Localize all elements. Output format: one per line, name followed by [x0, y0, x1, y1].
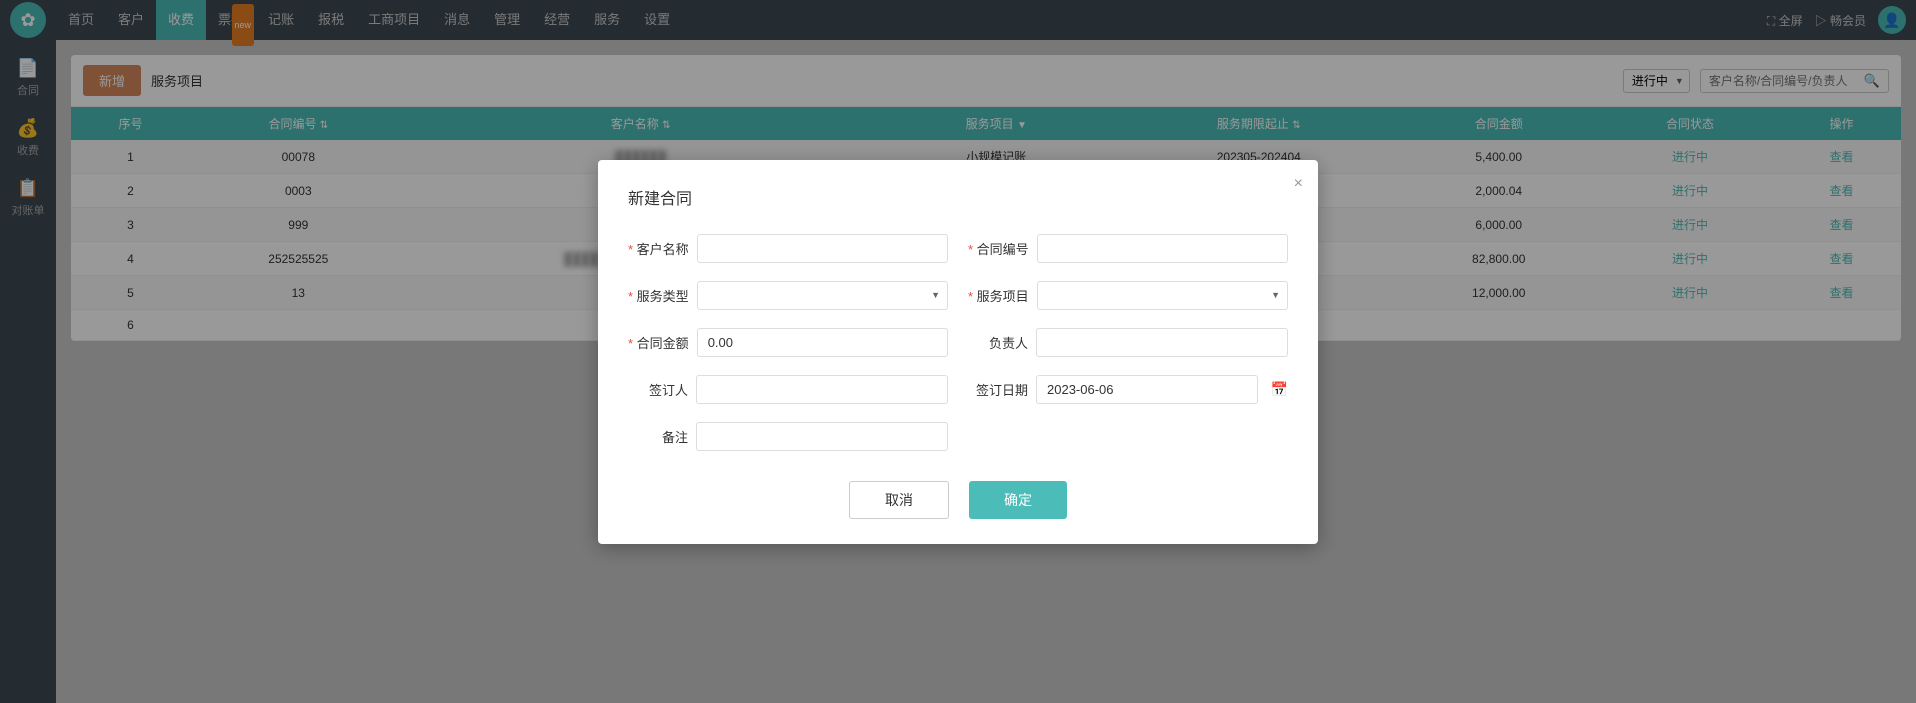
service-item-label: 服务项目: [968, 286, 1029, 305]
service-type-select[interactable]: [697, 281, 948, 310]
sign-date-input[interactable]: [1036, 375, 1258, 404]
signer-label: 签订人: [628, 380, 688, 399]
form-group-amount: 合同金额: [628, 328, 948, 357]
service-type-select-wrapper: [697, 281, 948, 310]
form-group-customer: 客户名称: [628, 234, 948, 263]
responsible-input[interactable]: [1036, 328, 1288, 357]
customer-name-label: 客户名称: [628, 239, 689, 258]
modal-overlay: × 新建合同 客户名称 合同编号 服务类型: [0, 0, 1916, 703]
modal: × 新建合同 客户名称 合同编号 服务类型: [598, 160, 1318, 544]
modal-close-button[interactable]: ×: [1294, 175, 1303, 193]
cancel-button[interactable]: 取消: [849, 481, 949, 519]
remark-label: 备注: [628, 427, 688, 446]
signer-input[interactable]: [696, 375, 948, 404]
modal-title: 新建合同: [628, 185, 1288, 209]
service-type-label: 服务类型: [628, 286, 689, 305]
form-row-5: 备注: [628, 422, 1288, 451]
form-row-3: 合同金额 负责人: [628, 328, 1288, 357]
confirm-button[interactable]: 确定: [969, 481, 1067, 519]
form-group-service-item: 服务项目: [968, 281, 1288, 310]
calendar-icon[interactable]: 📅: [1271, 381, 1288, 398]
service-item-select[interactable]: [1037, 281, 1288, 310]
form-group-signer: 签订人: [628, 375, 948, 404]
sign-date-label: 签订日期: [968, 380, 1028, 399]
form-row-4: 签订人 签订日期 📅: [628, 375, 1288, 404]
contract-no-input[interactable]: [1037, 234, 1288, 263]
contract-amount-input[interactable]: [697, 328, 948, 357]
modal-footer: 取消 确定: [628, 481, 1288, 519]
form-group-service-type: 服务类型: [628, 281, 948, 310]
form-row-2: 服务类型 服务项目: [628, 281, 1288, 310]
form-group-remark: 备注: [628, 422, 948, 451]
form-group-responsible: 负责人: [968, 328, 1288, 357]
form-group-sign-date: 签订日期 📅: [968, 375, 1288, 404]
responsible-label: 负责人: [968, 333, 1028, 352]
remark-input[interactable]: [696, 422, 948, 451]
customer-name-input[interactable]: [697, 234, 948, 263]
form-group-contract-no: 合同编号: [968, 234, 1288, 263]
service-item-select-wrapper: [1037, 281, 1288, 310]
contract-no-label: 合同编号: [968, 239, 1029, 258]
form-row-1: 客户名称 合同编号: [628, 234, 1288, 263]
contract-amount-label: 合同金额: [628, 333, 689, 352]
